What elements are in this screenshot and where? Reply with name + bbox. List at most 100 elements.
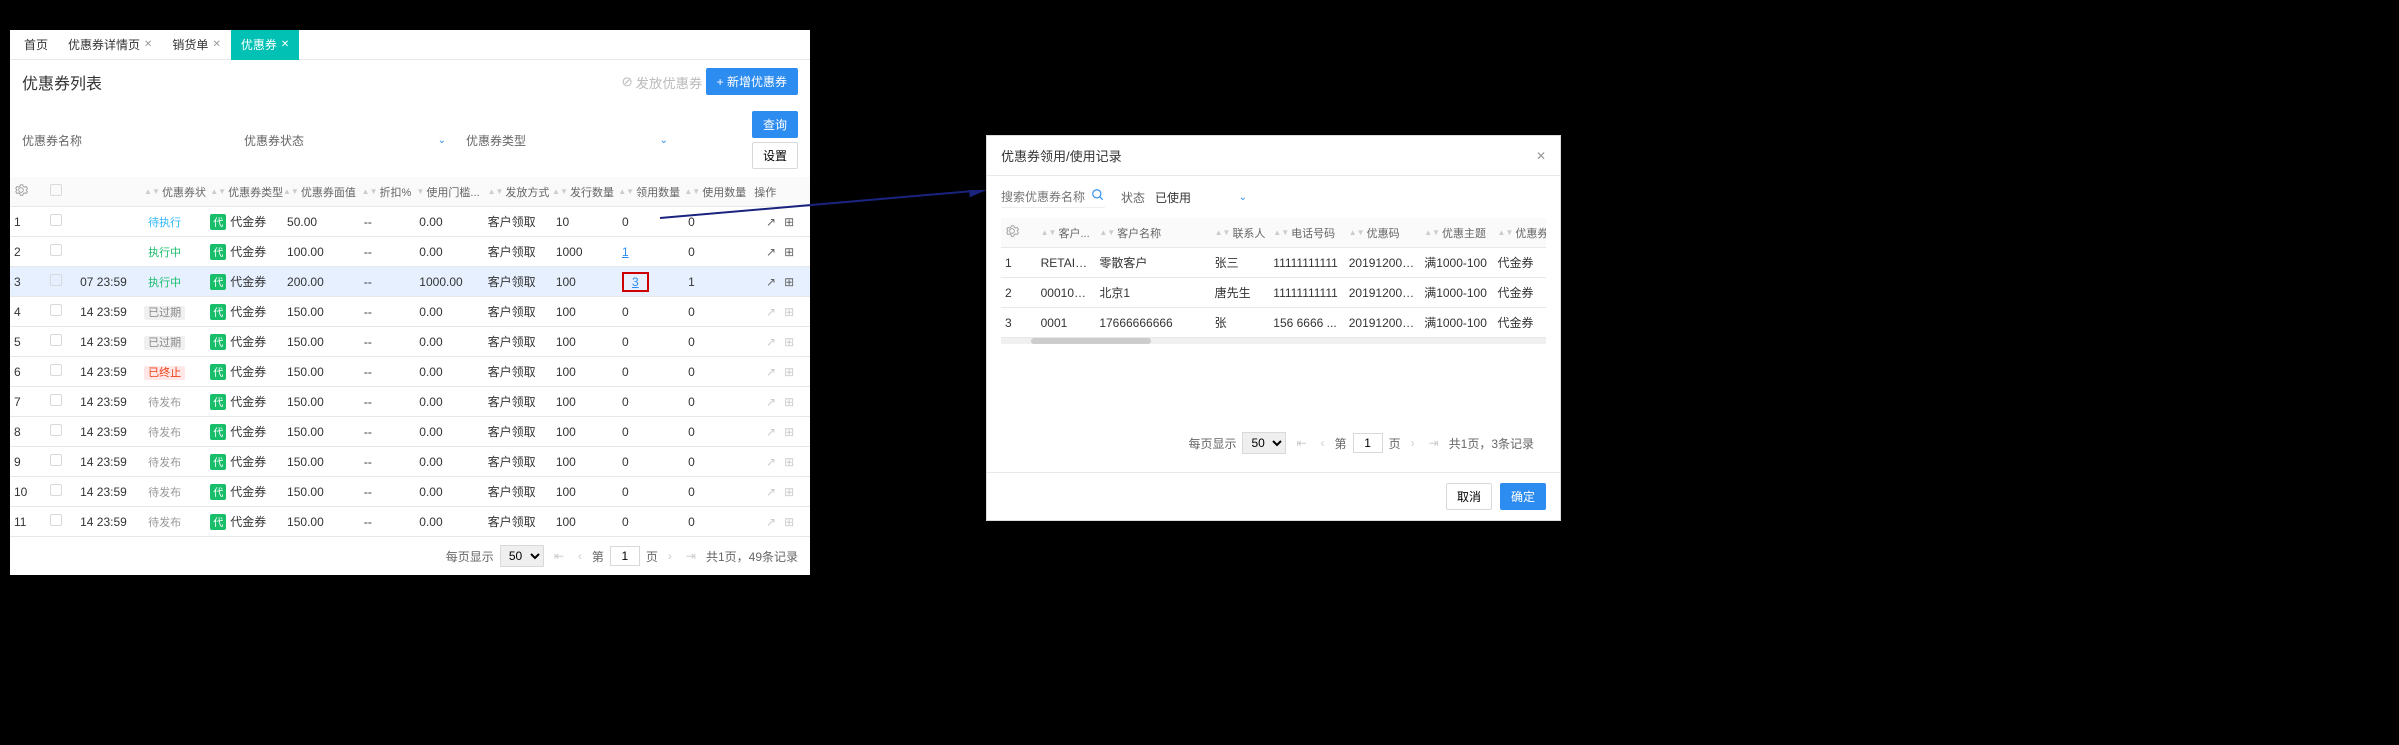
table-row[interactable]: 1014 23:59待发布代代金券150.00--0.00客户领取10000↗⊞ — [10, 477, 810, 507]
close-icon[interactable]: ✕ — [281, 39, 289, 50]
table-row[interactable]: 814 23:59待发布代代金券150.00--0.00客户领取10000↗⊞ — [10, 417, 810, 447]
table-row[interactable]: 714 23:59待发布代代金券150.00--0.00客户领取10000↗⊞ — [10, 387, 810, 417]
modal-status-select[interactable]: 已使用 ⌄ — [1151, 187, 1251, 208]
row-checkbox[interactable] — [50, 334, 62, 346]
share-icon[interactable]: ↗ — [766, 335, 776, 349]
sort-icon[interactable]: ▲▼ — [1215, 230, 1231, 235]
close-icon[interactable]: ✕ — [144, 39, 152, 50]
modal-page-input[interactable] — [1353, 433, 1383, 453]
claim-count-link[interactable]: 3 — [622, 272, 649, 292]
qr-icon[interactable]: ⊞ — [784, 455, 794, 469]
filter-name-input[interactable] — [88, 130, 228, 150]
sort-icon[interactable]: ▲▼ — [144, 189, 160, 194]
share-icon[interactable]: ↗ — [766, 275, 776, 289]
share-icon[interactable]: ↗ — [766, 365, 776, 379]
sort-icon[interactable]: ▲▼ — [552, 189, 568, 194]
table-row[interactable]: 1待执行代代金券50.00--0.00客户领取1000↗⊞ — [10, 207, 810, 237]
sort-icon[interactable]: ▲▼ — [1099, 230, 1115, 235]
share-icon[interactable]: ↗ — [766, 395, 776, 409]
table-row[interactable]: 1114 23:59待发布代代金券150.00--0.00客户领取10000↗⊞ — [10, 507, 810, 537]
qr-icon[interactable]: ⊞ — [784, 425, 794, 439]
row-checkbox[interactable] — [50, 364, 62, 376]
qr-icon[interactable]: ⊞ — [784, 395, 794, 409]
add-coupon-button[interactable]: + 新增优惠券 — [706, 68, 798, 95]
modal-page-size-select[interactable]: 50 — [1242, 432, 1286, 454]
share-icon[interactable]: ↗ — [766, 425, 776, 439]
row-checkbox[interactable] — [50, 514, 62, 526]
sort-icon[interactable]: ▲▼ — [1349, 230, 1365, 235]
sort-icon[interactable]: ▲▼ — [1424, 230, 1440, 235]
filter-type-select[interactable]: ⌄ — [532, 133, 672, 148]
page-input[interactable] — [610, 546, 640, 566]
filter-status-select[interactable]: ⌄ — [310, 133, 450, 148]
cancel-button[interactable]: 取消 — [1446, 483, 1492, 510]
qr-icon[interactable]: ⊞ — [784, 515, 794, 529]
tab-销货单[interactable]: 销货单✕ — [162, 30, 230, 60]
row-checkbox[interactable] — [50, 484, 62, 496]
sort-icon[interactable]: ▲▼ — [488, 189, 504, 194]
claim-count-link[interactable]: 1 — [622, 245, 629, 259]
qr-icon[interactable]: ⊞ — [784, 215, 794, 229]
sort-icon[interactable]: ▲▼ — [283, 189, 299, 194]
sort-icon[interactable]: ▲▼ — [362, 189, 378, 194]
page-size-select[interactable]: 50 — [500, 545, 544, 567]
share-icon[interactable]: ↗ — [766, 515, 776, 529]
row-checkbox[interactable] — [50, 394, 62, 406]
issue-coupon-button[interactable]: ⊘ 发放优惠券 — [622, 73, 703, 92]
sort-icon[interactable]: ▲▼ — [1498, 230, 1514, 235]
select-all-checkbox[interactable] — [50, 184, 62, 196]
share-icon[interactable]: ↗ — [766, 215, 776, 229]
tab-优惠券[interactable]: 优惠券✕ — [231, 30, 299, 60]
share-icon[interactable]: ↗ — [766, 485, 776, 499]
table-row[interactable]: 1RETAIL...零散客户张三111111111112019120070...… — [1001, 248, 1546, 278]
sort-icon[interactable]: ▲▼ — [1273, 230, 1289, 235]
prev-page-button[interactable]: ‹ — [1317, 436, 1329, 450]
ok-button[interactable]: 确定 — [1500, 483, 1546, 510]
table-row[interactable]: 200010001北京1唐先生111111111112019120070...满… — [1001, 278, 1546, 308]
sort-icon[interactable]: ▲▼ — [210, 189, 226, 194]
search-icon[interactable] — [1091, 188, 1105, 205]
next-page-button[interactable]: › — [1407, 436, 1419, 450]
row-checkbox[interactable] — [50, 214, 62, 226]
qr-icon[interactable]: ⊞ — [784, 275, 794, 289]
table-row[interactable]: 307 23:59执行中代代金券200.00--1000.00客户领取10031… — [10, 267, 810, 297]
table-row[interactable]: 3000117666666666张156 6666 ...2019120070.… — [1001, 308, 1546, 338]
qr-icon[interactable]: ⊞ — [784, 365, 794, 379]
row-checkbox[interactable] — [50, 454, 62, 466]
close-icon[interactable]: ✕ — [212, 39, 220, 50]
first-page-button[interactable]: ⇤ — [1292, 436, 1310, 450]
next-page-button[interactable]: › — [664, 549, 676, 563]
prev-page-button[interactable]: ‹ — [574, 549, 586, 563]
qr-icon[interactable]: ⊞ — [784, 305, 794, 319]
sort-icon[interactable]: ▲▼ — [415, 189, 424, 194]
table-row[interactable]: 914 23:59待发布代代金券150.00--0.00客户领取10000↗⊞ — [10, 447, 810, 477]
tab-优惠券详情页[interactable]: 优惠券详情页✕ — [58, 30, 162, 60]
sort-icon[interactable]: ▲▼ — [618, 189, 634, 194]
gear-icon[interactable] — [14, 183, 28, 197]
table-row[interactable]: 414 23:59已过期代代金券150.00--0.00客户领取10000↗⊞ — [10, 297, 810, 327]
gear-icon[interactable] — [1005, 224, 1019, 238]
sort-icon[interactable]: ▲▼ — [684, 189, 700, 194]
table-row[interactable]: 614 23:59已终止代代金券150.00--0.00客户领取10000↗⊞ — [10, 357, 810, 387]
sort-icon[interactable]: ▲▼ — [1041, 230, 1057, 235]
tab-首页[interactable]: 首页 — [14, 30, 58, 60]
close-icon[interactable]: ✕ — [1536, 149, 1546, 163]
last-page-button[interactable]: ⇥ — [682, 549, 700, 563]
qr-icon[interactable]: ⊞ — [784, 245, 794, 259]
share-icon[interactable]: ↗ — [766, 245, 776, 259]
qr-icon[interactable]: ⊞ — [784, 485, 794, 499]
horizontal-scrollbar[interactable] — [1001, 338, 1546, 344]
query-button[interactable]: 查询 — [752, 111, 798, 138]
share-icon[interactable]: ↗ — [766, 455, 776, 469]
share-icon[interactable]: ↗ — [766, 305, 776, 319]
settings-button[interactable]: 设置 — [752, 142, 798, 169]
qr-icon[interactable]: ⊞ — [784, 335, 794, 349]
row-checkbox[interactable] — [50, 304, 62, 316]
modal-search-input[interactable] — [1001, 190, 1091, 204]
table-row[interactable]: 2执行中代代金券100.00--0.00客户领取100010↗⊞ — [10, 237, 810, 267]
first-page-button[interactable]: ⇤ — [550, 549, 568, 563]
last-page-button[interactable]: ⇥ — [1425, 436, 1443, 450]
row-checkbox[interactable] — [50, 274, 62, 286]
row-checkbox[interactable] — [50, 244, 62, 256]
table-row[interactable]: 514 23:59已过期代代金券150.00--0.00客户领取10000↗⊞ — [10, 327, 810, 357]
